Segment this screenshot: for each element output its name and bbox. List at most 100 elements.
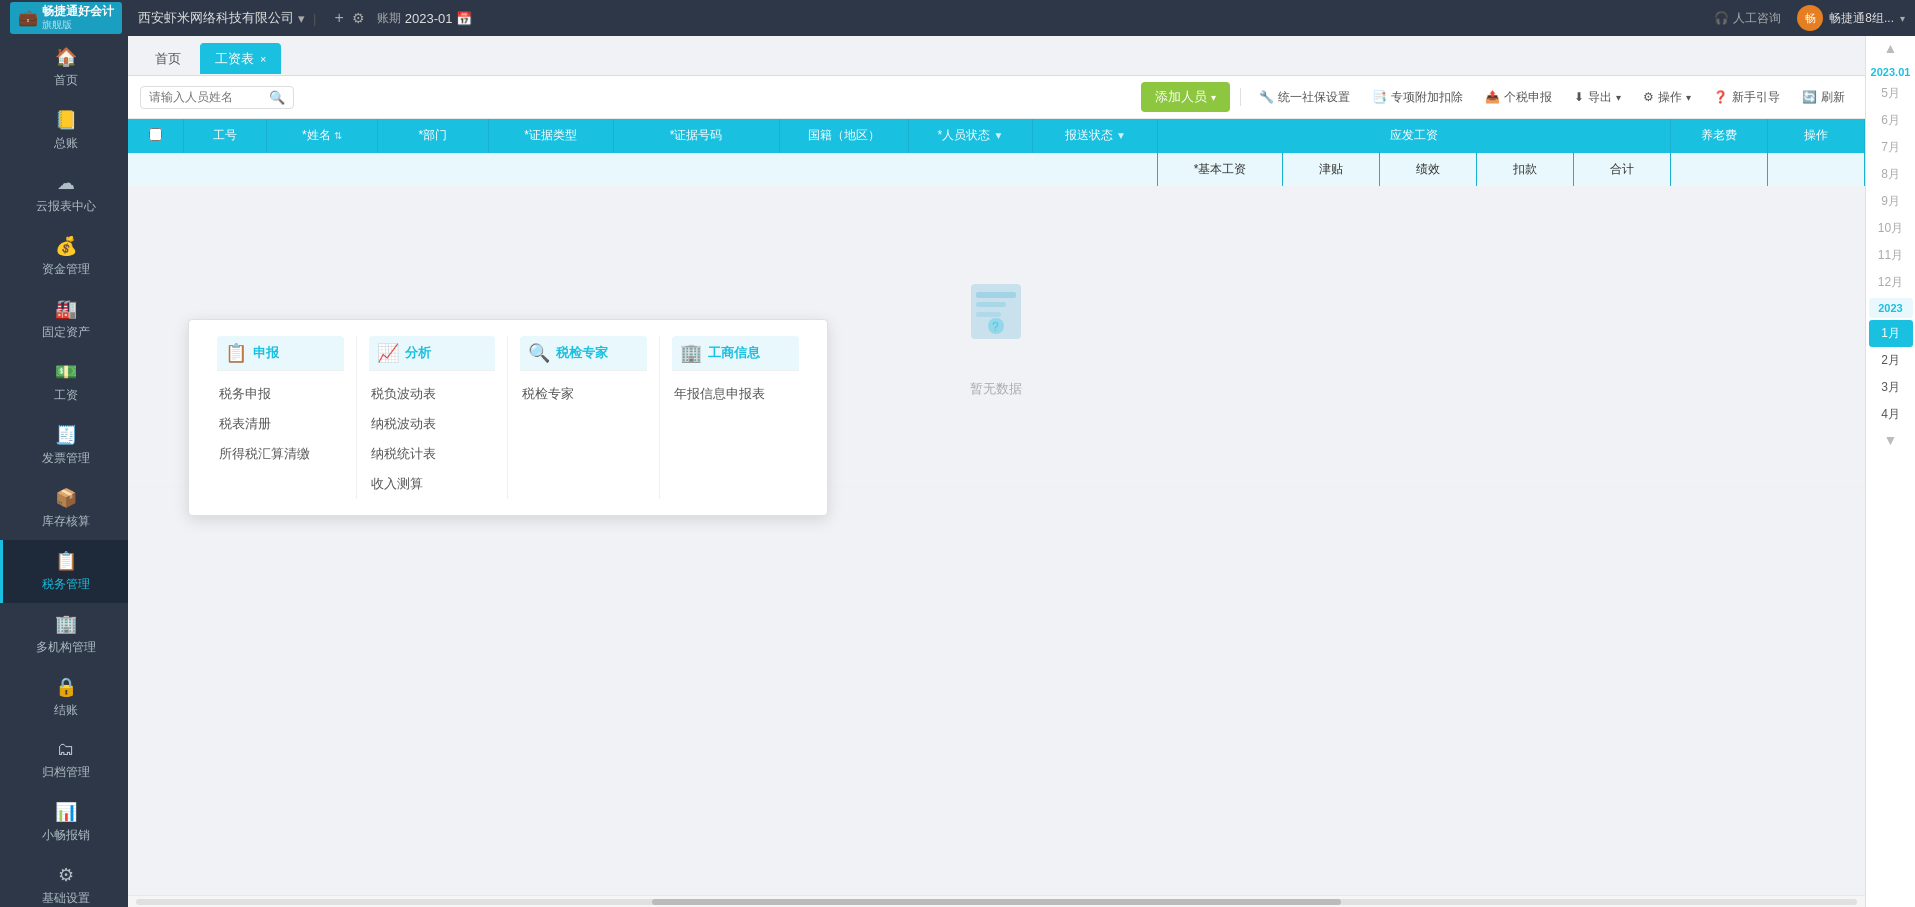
cal-month-3[interactable]: 3月 [1869, 374, 1913, 401]
social-insurance-button[interactable]: 🔧 统一社保设置 [1251, 85, 1358, 110]
new-guide-button[interactable]: ❓ 新手引导 [1705, 85, 1788, 110]
sidebar-label-fund: 资金管理 [42, 261, 90, 278]
sidebar-item-fund[interactable]: 💰 资金管理 [0, 225, 128, 288]
dm-item-income-calc[interactable]: 收入测算 [369, 469, 496, 499]
cal-month-6[interactable]: 6月 [1869, 107, 1913, 134]
name-sort-icon[interactable]: ⇅ [334, 130, 342, 141]
th-operation: 操作 [1767, 119, 1864, 153]
th-total-label: 合计 [1610, 162, 1634, 176]
username: 畅捷通8组... [1829, 10, 1894, 27]
tab-home[interactable]: 首页 [140, 43, 196, 74]
th-spacer [128, 153, 1158, 187]
tab-close-icon[interactable]: × [260, 53, 266, 65]
dm-section-business-header: 🏢 工商信息 [672, 336, 800, 371]
settings-icon[interactable]: ⚙ [352, 10, 365, 26]
sidebar-item-salary[interactable]: 💵 工资 [0, 351, 128, 414]
sidebar-item-invoice[interactable]: 🧾 发票管理 [0, 414, 128, 477]
dm-item-income-tax[interactable]: 所得税汇算清缴 [217, 439, 344, 469]
sidebar-label-close: 结账 [54, 702, 78, 719]
sidebar-item-tax[interactable]: 📋 税务管理 [0, 540, 128, 603]
dm-item-tax-payment[interactable]: 纳税波动表 [369, 409, 496, 439]
invoice-icon: 🧾 [55, 424, 77, 446]
dm-item-tax-stats[interactable]: 纳税统计表 [369, 439, 496, 469]
expert-title: 税检专家 [556, 344, 608, 362]
calendar-icon[interactable]: 📅 [456, 11, 472, 26]
empty-text: 暂无数据 [970, 380, 1022, 398]
sidebar-item-basic[interactable]: ⚙ 基础设置 [0, 854, 128, 907]
report-filter-icon[interactable]: ▼ [1116, 130, 1126, 141]
select-all-checkbox[interactable] [149, 128, 162, 141]
sidebar-label-xiaochang: 小畅报销 [42, 827, 90, 844]
sidebar-item-inventory[interactable]: 📦 库存核算 [0, 477, 128, 540]
refresh-button[interactable]: 🔄 刷新 [1794, 85, 1853, 110]
cal-month-11[interactable]: 11月 [1869, 242, 1913, 269]
sidebar-item-cloud[interactable]: ☁ 云报表中心 [0, 162, 128, 225]
toolbar-divider-1 [1240, 88, 1241, 106]
sidebar-label-cloud: 云报表中心 [36, 198, 96, 215]
search-input[interactable] [149, 90, 269, 104]
export-button[interactable]: ⬇ 导出 ▾ [1566, 85, 1629, 110]
main-layout: 🏠 首页 📒 总账 ☁ 云报表中心 💰 资金管理 🏭 固定资产 💵 工资 🧾 发… [0, 36, 1915, 907]
th-basic-salary: *基本工资 [1158, 153, 1283, 187]
period-label: 账期 [377, 10, 401, 27]
cloud-icon: ☁ [57, 172, 75, 194]
th-name: *姓名 ⇅ [267, 119, 378, 153]
th-nation-label: 国籍（地区） [808, 128, 880, 142]
dm-item-tax-declaration[interactable]: 税务申报 [217, 379, 344, 409]
cal-month-2[interactable]: 2月 [1869, 347, 1913, 374]
cal-month-10[interactable]: 10月 [1869, 215, 1913, 242]
sidebar-item-close[interactable]: 🔒 结账 [0, 666, 128, 729]
sidebar-item-assets[interactable]: 🏭 固定资产 [0, 288, 128, 351]
th-performance: 绩效 [1379, 153, 1476, 187]
xiaochang-icon: 📊 [55, 801, 77, 823]
cal-month-1-active[interactable]: 1月 [1869, 320, 1913, 347]
cal-month-7[interactable]: 7月 [1869, 134, 1913, 161]
cal-nav-up[interactable]: ▲ [1880, 36, 1902, 60]
sidebar-item-xiaochang[interactable]: 📊 小畅报销 [0, 791, 128, 854]
tax-return-button[interactable]: 📤 个税申报 [1477, 85, 1560, 110]
tax-icon: 📋 [55, 550, 77, 572]
dm-item-annual-report[interactable]: 年报信息申报表 [672, 379, 800, 409]
service-button[interactable]: 🎧 人工咨询 [1714, 10, 1781, 27]
th-performance-label: 绩效 [1416, 162, 1440, 176]
basic-icon: ⚙ [58, 864, 74, 886]
dm-item-expert[interactable]: 税检专家 [520, 379, 647, 409]
business-icon: 🏢 [680, 342, 702, 364]
operations-button[interactable]: ⚙ 操作 ▾ [1635, 85, 1699, 110]
dm-item-tax-fluctuation[interactable]: 税负波动表 [369, 379, 496, 409]
tax-return-icon: 📤 [1485, 90, 1500, 104]
status-filter-icon[interactable]: ▼ [994, 130, 1004, 141]
svg-rect-2 [976, 302, 1006, 307]
cal-nav-down[interactable]: ▼ [1880, 428, 1902, 452]
operations-dropdown-icon: ▾ [1686, 92, 1691, 103]
company-dropdown-icon[interactable]: ▾ [298, 11, 305, 26]
th-allowance: 津贴 [1282, 153, 1379, 187]
dm-item-tax-table[interactable]: 税表清册 [217, 409, 344, 439]
cal-month-5[interactable]: 5月 [1869, 80, 1913, 107]
th-pension: 养老费 [1670, 119, 1767, 153]
th-deduction-label: 扣款 [1513, 162, 1537, 176]
scrollbar-track[interactable] [136, 899, 1857, 905]
sidebar-item-archive[interactable]: 🗂 归档管理 [0, 729, 128, 791]
tab-salary[interactable]: 工资表 × [200, 43, 281, 74]
add-person-button[interactable]: 添加人员 ▾ [1141, 82, 1230, 112]
tab-bar: 首页 工资表 × [128, 36, 1865, 76]
company-name: 西安虾米网络科技有限公司 [138, 9, 294, 27]
cal-month-12[interactable]: 12月 [1869, 269, 1913, 296]
special-deduction-button[interactable]: 📑 专项附加扣除 [1364, 85, 1471, 110]
sidebar-label-basic: 基础设置 [42, 890, 90, 907]
add-company-button[interactable]: + [334, 9, 343, 27]
sidebar-item-ledger[interactable]: 📒 总账 [0, 99, 128, 162]
cal-month-9[interactable]: 9月 [1869, 188, 1913, 215]
sidebar-item-home[interactable]: 🏠 首页 [0, 36, 128, 99]
content-area: 首页 工资表 × 🔍 添加人员 ▾ 🔧 统一社保设置 [128, 36, 1865, 907]
export-label: 导出 [1588, 89, 1612, 106]
dm-section-analysis-header: 📈 分析 [369, 336, 496, 371]
sidebar-item-multi[interactable]: 🏢 多机构管理 [0, 603, 128, 666]
cal-month-4[interactable]: 4月 [1869, 401, 1913, 428]
user-menu[interactable]: 畅 畅捷通8组... ▾ [1797, 5, 1905, 31]
analysis-icon: 📈 [377, 342, 399, 364]
app-logo: 💼 畅捷通好会计 旗舰版 [10, 2, 122, 34]
close-period-icon: 🔒 [55, 676, 77, 698]
cal-month-8[interactable]: 8月 [1869, 161, 1913, 188]
